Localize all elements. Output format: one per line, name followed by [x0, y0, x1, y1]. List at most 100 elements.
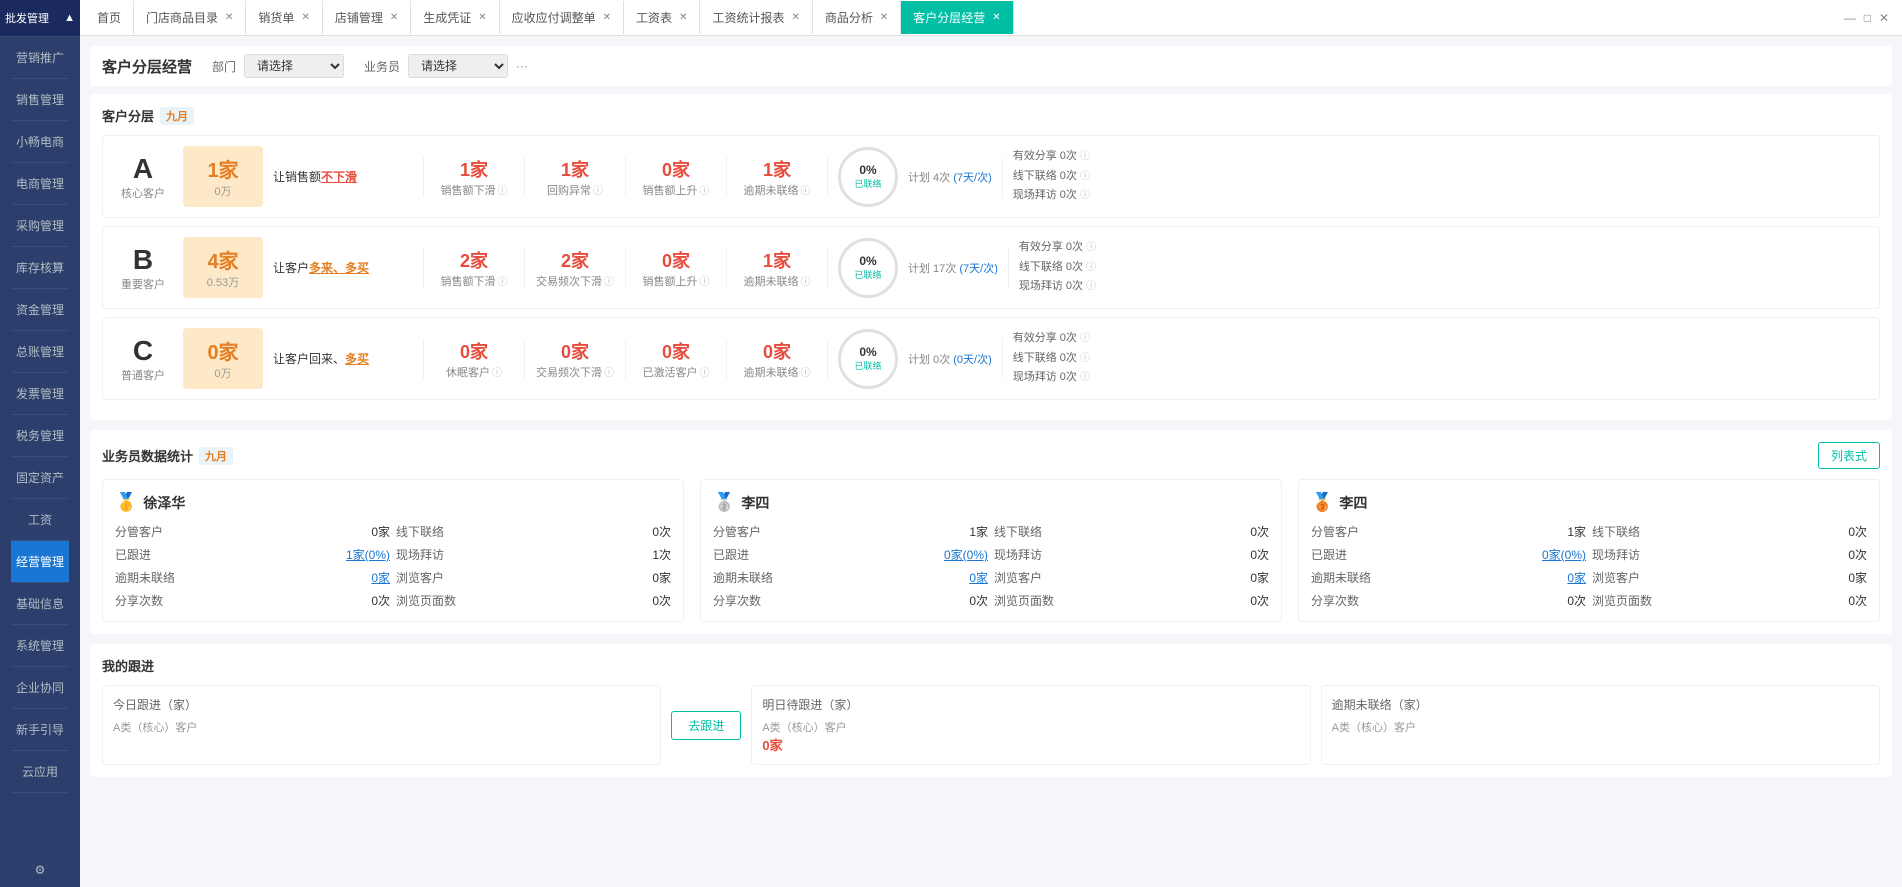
- stat-cell-B-2: 0家销售额上升 ⓘ: [636, 247, 716, 289]
- stat-val-0-4[interactable]: 0家: [371, 569, 390, 586]
- sidebar-item-小畅电商[interactable]: 小畅电商: [11, 121, 69, 163]
- plan-link-A[interactable]: (7天/次): [953, 172, 992, 184]
- sidebar-item-企业协同[interactable]: 企业协同: [11, 667, 69, 709]
- sidebar-item-工资[interactable]: 工资: [11, 499, 69, 541]
- info-icon-B-3[interactable]: ⓘ: [801, 273, 811, 288]
- side-info-icon[interactable]: ⓘ: [1080, 353, 1090, 364]
- stat-cell-A-3: 1家逾期未联络 ⓘ: [737, 156, 817, 198]
- staff-select[interactable]: 请选择: [408, 54, 508, 78]
- tier-action-A: 让销售额不下滑: [273, 168, 413, 185]
- info-icon-C-3[interactable]: ⓘ: [801, 364, 811, 379]
- sidebar-item-基础信息[interactable]: 基础信息: [11, 583, 69, 625]
- staff-stat-row-1-0: 分管客户1家: [713, 523, 988, 540]
- tab-close-icon[interactable]: ✕: [880, 12, 888, 23]
- sidebar-item-总账管理[interactable]: 总账管理: [11, 331, 69, 373]
- stat-val-1-4[interactable]: 0家: [969, 569, 988, 586]
- plan-link-B[interactable]: (7天/次): [959, 263, 998, 275]
- info-icon-C-2[interactable]: ⓘ: [700, 364, 710, 379]
- tab-销货单[interactable]: 销货单✕: [246, 1, 322, 34]
- window-minimize-icon[interactable]: —: [1844, 11, 1856, 25]
- info-icon-A-3[interactable]: ⓘ: [801, 182, 811, 197]
- plan-link-C[interactable]: (0天/次): [953, 354, 992, 366]
- side-stats-B: 有效分享 0次 ⓘ线下联络 0次 ⓘ现场拜访 0次 ⓘ: [1019, 238, 1139, 297]
- staff-stat-col-left-1-0: 分管客户1家: [713, 523, 988, 540]
- info-icon-A-0[interactable]: ⓘ: [498, 182, 508, 197]
- page-title: 客户分层经营: [102, 56, 192, 77]
- sidebar-item-经营管理[interactable]: 经营管理: [11, 541, 69, 583]
- staff-stat-col-left-0-4: 逾期未联络0家: [115, 569, 390, 586]
- info-icon-C-0[interactable]: ⓘ: [492, 364, 502, 379]
- info-icon-A-1[interactable]: ⓘ: [593, 182, 603, 197]
- sidebar-item-税务管理[interactable]: 税务管理: [11, 415, 69, 457]
- staff-stat-row-1-7: 浏览页面数0次: [994, 592, 1269, 609]
- tab-close-icon[interactable]: ✕: [478, 12, 486, 23]
- tab-close-icon[interactable]: ✕: [603, 12, 611, 23]
- staff-stat-row-0-3: 现场拜访1次: [396, 546, 671, 563]
- staff-stat-row-1-1: 线下联络0次: [994, 523, 1269, 540]
- side-info-icon[interactable]: ⓘ: [1080, 151, 1090, 162]
- side-info-icon[interactable]: ⓘ: [1080, 171, 1090, 182]
- tab-close-icon[interactable]: ✕: [225, 12, 233, 23]
- side-info-icon[interactable]: ⓘ: [1080, 333, 1090, 344]
- info-icon-A-2[interactable]: ⓘ: [700, 182, 710, 197]
- sidebar-item-新手引导[interactable]: 新手引导: [11, 709, 69, 751]
- tomorrow-follow-col: 明日待跟进（家） A类（核心）客户 0家: [751, 685, 1310, 765]
- tab-close-icon[interactable]: ✕: [390, 12, 398, 23]
- sidebar-item-固定资产[interactable]: 固定资产: [11, 457, 69, 499]
- tab-客户分层经营[interactable]: 客户分层经营✕: [901, 1, 1013, 34]
- list-view-button[interactable]: 列表式: [1818, 442, 1880, 469]
- stat-val-2-0: 1家: [1567, 523, 1586, 540]
- sidebar-toggle-icon[interactable]: ▲: [64, 12, 75, 24]
- stat-val-2-5: 0家: [1848, 569, 1867, 586]
- sidebar-item-资金管理[interactable]: 资金管理: [11, 289, 69, 331]
- tab-应收应付调整单[interactable]: 应收应付调整单✕: [500, 1, 624, 34]
- stat-val-2-2[interactable]: 0家(0%): [1542, 546, 1586, 563]
- more-options-icon[interactable]: ···: [516, 59, 528, 73]
- settings-icon[interactable]: ⚙: [0, 853, 80, 887]
- stat-cell-A-1: 1家回购异常 ⓘ: [535, 156, 615, 198]
- tab-close-icon[interactable]: ✕: [992, 12, 1000, 23]
- staff-stat-row-2-0: 分管客户1家: [1311, 523, 1586, 540]
- window-close-icon[interactable]: ✕: [1879, 11, 1889, 25]
- sidebar-item-销售管理[interactable]: 销售管理: [11, 79, 69, 121]
- staff-card-0: 🥇徐泽华分管客户0家线下联络0次已跟进1家(0%)现场拜访1次逾期未联络0家浏览…: [102, 479, 684, 622]
- stat-val-2-6: 0次: [1567, 592, 1586, 609]
- tab-首页[interactable]: 首页: [85, 1, 134, 34]
- side-info-icon[interactable]: ⓘ: [1086, 281, 1096, 292]
- side-info-icon[interactable]: ⓘ: [1086, 242, 1096, 253]
- sidebar-item-云应用[interactable]: 云应用: [11, 751, 69, 793]
- tab-生成凭证[interactable]: 生成凭证✕: [411, 1, 499, 34]
- stat-val-1-2[interactable]: 0家(0%): [944, 546, 988, 563]
- tab-工资统计报表[interactable]: 工资统计报表✕: [700, 1, 812, 34]
- side-info-icon[interactable]: ⓘ: [1080, 372, 1090, 383]
- go-follow-button[interactable]: 去跟进: [671, 711, 741, 740]
- staff-stat-row-2-1: 线下联络0次: [1592, 523, 1867, 540]
- stat-val-2-4[interactable]: 0家: [1567, 569, 1586, 586]
- side-info-icon[interactable]: ⓘ: [1080, 190, 1090, 201]
- sidebar-item-电商管理[interactable]: 电商管理: [11, 163, 69, 205]
- sidebar-item-营销推广[interactable]: 营销推广: [11, 37, 69, 79]
- tab-商品分析[interactable]: 商品分析✕: [813, 1, 901, 34]
- tab-close-icon[interactable]: ✕: [301, 12, 309, 23]
- side-stats-C: 有效分享 0次 ⓘ线下联络 0次 ⓘ现场拜访 0次 ⓘ: [1013, 329, 1133, 388]
- staff-card-2: 🥉李四分管客户1家线下联络0次已跟进0家(0%)现场拜访0次逾期未联络0家浏览客…: [1298, 479, 1880, 622]
- sidebar-item-系统管理[interactable]: 系统管理: [11, 625, 69, 667]
- tab-店铺管理[interactable]: 店铺管理✕: [323, 1, 411, 34]
- info-icon-C-1[interactable]: ⓘ: [604, 364, 614, 379]
- stat-val-0-2[interactable]: 1家(0%): [346, 546, 390, 563]
- tab-close-icon[interactable]: ✕: [679, 12, 687, 23]
- info-icon-B-1[interactable]: ⓘ: [604, 273, 614, 288]
- sidebar-item-发票管理[interactable]: 发票管理: [11, 373, 69, 415]
- info-icon-B-0[interactable]: ⓘ: [498, 273, 508, 288]
- dept-select[interactable]: 请选择: [244, 54, 344, 78]
- window-restore-icon[interactable]: □: [1864, 11, 1871, 25]
- side-info-icon[interactable]: ⓘ: [1086, 262, 1096, 273]
- tab-工资表[interactable]: 工资表✕: [624, 1, 700, 34]
- info-icon-B-2[interactable]: ⓘ: [700, 273, 710, 288]
- sidebar-item-采购管理[interactable]: 采购管理: [11, 205, 69, 247]
- sidebar-item-库存核算[interactable]: 库存核算: [11, 247, 69, 289]
- tab-close-icon[interactable]: ✕: [791, 12, 799, 23]
- stat-divider-C-0: [524, 339, 525, 379]
- staff-stat-col-left-1-2: 已跟进0家(0%): [713, 546, 988, 563]
- tab-门店商品目录[interactable]: 门店商品目录✕: [134, 1, 246, 34]
